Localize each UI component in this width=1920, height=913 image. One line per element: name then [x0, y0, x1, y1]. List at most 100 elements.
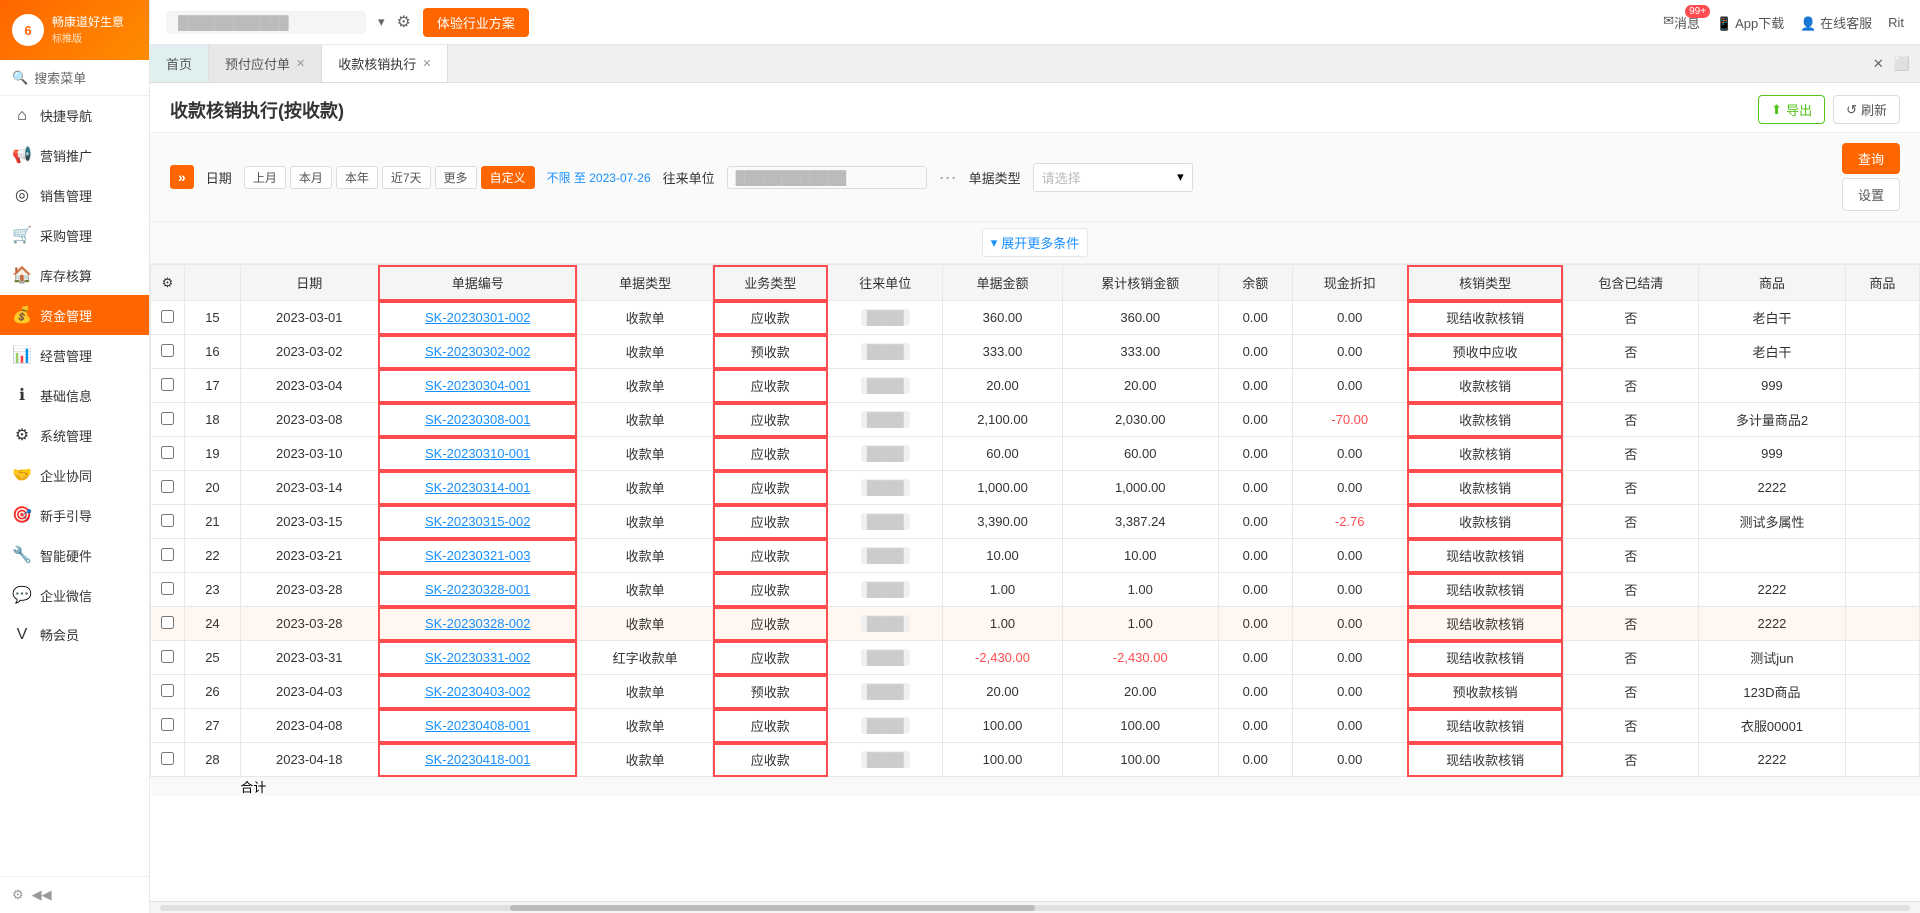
query-btn[interactable]: 查询 — [1842, 143, 1900, 174]
table-row[interactable]: 15 2023-03-01 SK-20230301-002 收款单 应收款 ██… — [151, 301, 1920, 335]
collection-tab-close[interactable]: ✕ — [422, 57, 431, 70]
row-checkbox[interactable] — [161, 412, 174, 425]
sidebar-item-sales[interactable]: ◎ 销售管理 — [0, 175, 149, 215]
row-checkbox[interactable] — [161, 616, 174, 629]
voucher-no-link[interactable]: SK-20230408-001 — [425, 718, 531, 733]
cell-gear[interactable] — [151, 301, 185, 335]
cell-voucher-no[interactable]: SK-20230315-002 — [378, 505, 577, 539]
search-menu[interactable]: 🔍 搜索菜单 — [0, 60, 149, 96]
col-gear[interactable]: ⚙ — [151, 265, 185, 301]
sidebar-item-purchase[interactable]: 🛒 采购管理 — [0, 215, 149, 255]
cell-voucher-no[interactable]: SK-20230328-001 — [378, 573, 577, 607]
payable-tab-close[interactable]: ✕ — [296, 57, 305, 70]
cell-voucher-no[interactable]: SK-20230310-001 — [378, 437, 577, 471]
cell-gear[interactable] — [151, 709, 185, 743]
cell-voucher-no[interactable]: SK-20230314-001 — [378, 471, 577, 505]
voucher-no-link[interactable]: SK-20230315-002 — [425, 514, 531, 529]
table-row[interactable]: 16 2023-03-02 SK-20230302-002 收款单 预收款 ██… — [151, 335, 1920, 369]
row-checkbox[interactable] — [161, 548, 174, 561]
type-filter-select[interactable]: 请选择 ▾ — [1033, 163, 1193, 192]
expand-more-btn[interactable]: ▾ 展开更多条件 — [982, 228, 1089, 257]
table-row[interactable]: 19 2023-03-10 SK-20230310-001 收款单 应收款 ██… — [151, 437, 1920, 471]
sidebar-item-guide[interactable]: 🎯 新手引导 — [0, 495, 149, 535]
date-btn-more[interactable]: 更多 — [435, 166, 477, 189]
unit-filter-input[interactable]: ████████████ — [727, 166, 927, 189]
filter-toggle-btn[interactable]: » — [170, 165, 194, 189]
horizontal-scrollbar[interactable] — [150, 901, 1920, 913]
voucher-no-link[interactable]: SK-20230302-002 — [425, 344, 531, 359]
row-checkbox[interactable] — [161, 718, 174, 731]
row-checkbox[interactable] — [161, 752, 174, 765]
cell-gear[interactable] — [151, 539, 185, 573]
table-wrapper[interactable]: ⚙ 日期 单据编号 单据类型 业务类型 往来单位 单据金额 累计核销金额 余额 … — [150, 264, 1920, 901]
cell-gear[interactable] — [151, 675, 185, 709]
tab-collection[interactable]: 收款核销执行 ✕ — [322, 45, 448, 82]
row-checkbox[interactable] — [161, 310, 174, 323]
cell-gear[interactable] — [151, 743, 185, 777]
row-checkbox[interactable] — [161, 344, 174, 357]
voucher-no-link[interactable]: SK-20230331-002 — [425, 650, 531, 665]
trial-btn[interactable]: 体验行业方案 — [423, 8, 529, 37]
table-row[interactable]: 23 2023-03-28 SK-20230328-001 收款单 应收款 ██… — [151, 573, 1920, 607]
cell-gear[interactable] — [151, 573, 185, 607]
sidebar-item-system[interactable]: ⚙ 系统管理 — [0, 415, 149, 455]
date-btn-this-month[interactable]: 本月 — [290, 166, 332, 189]
row-checkbox[interactable] — [161, 514, 174, 527]
settings-icon[interactable]: ⚙ — [12, 887, 24, 903]
cell-voucher-no[interactable]: SK-20230301-002 — [378, 301, 577, 335]
cell-voucher-no[interactable]: SK-20230304-001 — [378, 369, 577, 403]
cell-voucher-no[interactable]: SK-20230302-002 — [378, 335, 577, 369]
table-row[interactable]: 18 2023-03-08 SK-20230308-001 收款单 应收款 ██… — [151, 403, 1920, 437]
table-row[interactable]: 27 2023-04-08 SK-20230408-001 收款单 应收款 ██… — [151, 709, 1920, 743]
table-row[interactable]: 17 2023-03-04 SK-20230304-001 收款单 应收款 ██… — [151, 369, 1920, 403]
app-download-btn[interactable]: 📱 App下载 — [1716, 13, 1784, 32]
sidebar-item-hardware[interactable]: 🔧 智能硬件 — [0, 535, 149, 575]
sidebar-item-wechat[interactable]: 💬 企业微信 — [0, 575, 149, 615]
cell-voucher-no[interactable]: SK-20230331-002 — [378, 641, 577, 675]
voucher-no-link[interactable]: SK-20230328-001 — [425, 582, 531, 597]
sidebar-item-quick-nav[interactable]: ⌂ 快捷导航 — [0, 96, 149, 135]
row-checkbox[interactable] — [161, 446, 174, 459]
cell-gear[interactable] — [151, 335, 185, 369]
topbar-search-box[interactable]: ████████████ — [166, 11, 366, 34]
cell-gear[interactable] — [151, 505, 185, 539]
sidebar-item-operation[interactable]: 📊 经营管理 — [0, 335, 149, 375]
cell-voucher-no[interactable]: SK-20230328-002 — [378, 607, 577, 641]
row-checkbox[interactable] — [161, 378, 174, 391]
topbar-gear-icon[interactable]: ⚙ — [397, 12, 411, 32]
voucher-no-link[interactable]: SK-20230328-002 — [425, 616, 531, 631]
cell-gear[interactable] — [151, 437, 185, 471]
user-profile[interactable]: Rit — [1888, 15, 1904, 30]
cell-gear[interactable] — [151, 607, 185, 641]
cell-gear[interactable] — [151, 369, 185, 403]
sidebar-item-marketing[interactable]: 📢 营销推广 — [0, 135, 149, 175]
voucher-no-link[interactable]: SK-20230304-001 — [425, 378, 531, 393]
voucher-no-link[interactable]: SK-20230301-002 — [425, 310, 531, 325]
topbar-chevron-icon[interactable]: ▾ — [378, 14, 385, 30]
more-filters-dots[interactable]: ··· — [939, 167, 957, 188]
voucher-no-link[interactable]: SK-20230310-001 — [425, 446, 531, 461]
date-btn-this-year[interactable]: 本年 — [336, 166, 378, 189]
table-row[interactable]: 25 2023-03-31 SK-20230331-002 红字收款单 应收款 … — [151, 641, 1920, 675]
sidebar-item-inventory[interactable]: 🏠 库存核算 — [0, 255, 149, 295]
table-settings-btn[interactable]: 设置 — [1842, 178, 1900, 211]
online-service-btn[interactable]: 👤 在线客服 — [1800, 13, 1872, 32]
sidebar-item-capital[interactable]: 💰 资金管理 — [0, 295, 149, 335]
sidebar-item-basic[interactable]: ℹ 基础信息 — [0, 375, 149, 415]
cell-voucher-no[interactable]: SK-20230403-002 — [378, 675, 577, 709]
cell-gear[interactable] — [151, 641, 185, 675]
row-checkbox[interactable] — [161, 480, 174, 493]
voucher-no-link[interactable]: SK-20230321-003 — [425, 548, 531, 563]
export-btn[interactable]: ⬆ 导出 — [1758, 95, 1825, 124]
maximize-icon[interactable]: ⬜ — [1894, 56, 1910, 72]
date-btn-7days[interactable]: 近7天 — [382, 166, 431, 189]
row-checkbox[interactable] — [161, 684, 174, 697]
voucher-no-link[interactable]: SK-20230418-001 — [425, 752, 531, 767]
scrollbar-thumb[interactable] — [510, 905, 1035, 911]
sidebar-item-collab[interactable]: 🤝 企业协同 — [0, 455, 149, 495]
sidebar-item-member[interactable]: V 畅会员 — [0, 615, 149, 654]
voucher-no-link[interactable]: SK-20230314-001 — [425, 480, 531, 495]
voucher-no-link[interactable]: SK-20230403-002 — [425, 684, 531, 699]
cell-gear[interactable] — [151, 403, 185, 437]
collapse-icon[interactable]: ◀◀ — [32, 887, 52, 903]
